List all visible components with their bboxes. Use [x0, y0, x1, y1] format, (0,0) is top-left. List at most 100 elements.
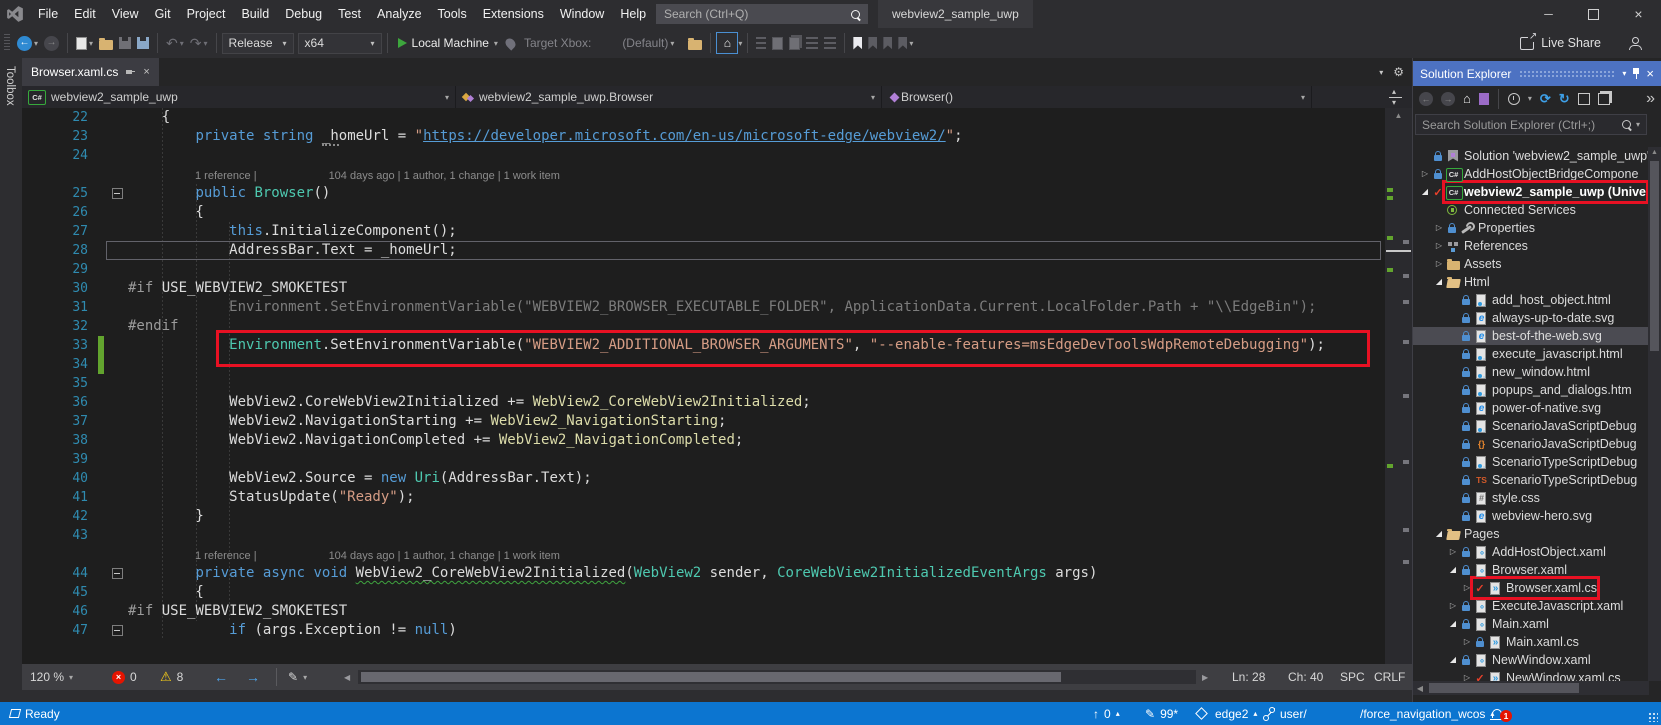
code-line-47[interactable]: 47 if (args.Exception != null): [22, 621, 1385, 640]
close-panel-icon[interactable]: ×: [1646, 66, 1654, 81]
feedback-person-icon[interactable]: [1629, 37, 1642, 50]
forward-icon[interactable]: →: [1441, 91, 1455, 106]
solution-explorer-horizontal-scrollbar[interactable]: ◀: [1413, 681, 1649, 695]
line-number[interactable]: 45: [22, 583, 98, 602]
hscroll-right-icon[interactable]: ▶: [1202, 664, 1208, 690]
code-line-30[interactable]: 30 #if USE_WEBVIEW2_SMOKETEST: [22, 279, 1385, 298]
drag-handle[interactable]: [1519, 70, 1615, 77]
menu-git[interactable]: Git: [147, 0, 179, 28]
code-line-29[interactable]: 29: [22, 260, 1385, 279]
line-number[interactable]: 24: [22, 146, 98, 165]
tree-item-addhostobject-xaml[interactable]: ▷ ‹› AddHostObject.xaml: [1413, 543, 1649, 561]
expand-icon[interactable]: ◢: [1433, 525, 1445, 543]
error-count[interactable]: × 0: [112, 664, 137, 690]
codelens-row[interactable]: 1 reference | 104 days ago | 1 author, 1 …: [22, 165, 1385, 184]
line-number[interactable]: 38: [22, 431, 98, 450]
ink-annotations-icon[interactable]: ✎ ▾: [288, 664, 307, 690]
breadcrumb-type-dropdown[interactable]: webview2_sample_uwp.Browser ▾: [456, 86, 882, 108]
tree-item-power-of-native-svg[interactable]: e power-of-native.svg: [1413, 399, 1649, 417]
window-position-dropdown-icon[interactable]: ▾: [1622, 69, 1626, 78]
solution-explorer-vertical-scrollbar[interactable]: ▲: [1648, 147, 1661, 681]
search-icon[interactable]: [1621, 120, 1631, 129]
menu-window[interactable]: Window: [552, 0, 612, 28]
tree-item-browser-xaml[interactable]: ◢ ‹› Browser.xaml: [1413, 561, 1649, 579]
pin-icon[interactable]: [126, 68, 136, 77]
home-button[interactable]: ⌂: [716, 32, 739, 54]
navigate-forward-icon[interactable]: →: [246, 664, 260, 690]
menu-build[interactable]: Build: [233, 0, 277, 28]
tree-item-html[interactable]: ◢ Html: [1413, 273, 1649, 291]
decrease-indent-button[interactable]: [803, 37, 821, 49]
visual-studio-logo-icon[interactable]: [0, 5, 30, 23]
branch-user-button[interactable]: user/: [1263, 702, 1307, 725]
line-number[interactable]: 32: [22, 317, 98, 336]
active-files-dropdown-icon[interactable]: ▾: [1379, 68, 1383, 77]
code-line-41[interactable]: 41 StatusUpdate("Ready");: [22, 488, 1385, 507]
toolbar-grip[interactable]: [4, 34, 10, 52]
open-file-button[interactable]: [96, 37, 116, 50]
menu-help[interactable]: Help: [612, 0, 654, 28]
tree-item-browser-xaml-cs[interactable]: ▷ ✓» Browser.xaml.cs: [1413, 576, 1649, 600]
hscroll-left-icon[interactable]: ◀: [344, 664, 350, 690]
menu-file[interactable]: File: [30, 0, 66, 28]
collapse-icon[interactable]: ▷: [1447, 597, 1459, 615]
pin-icon[interactable]: [1632, 68, 1640, 79]
menu-view[interactable]: View: [104, 0, 147, 28]
menu-extensions[interactable]: Extensions: [475, 0, 552, 28]
line-number[interactable]: 26: [22, 203, 98, 222]
code-line-44[interactable]: 44 private async void WebView2_CoreWebVi…: [22, 564, 1385, 583]
line-number[interactable]: 43: [22, 526, 98, 545]
spaces-indicator[interactable]: SPC: [1340, 664, 1365, 690]
line-number[interactable]: 31: [22, 298, 98, 317]
minimize-button[interactable]: ─: [1526, 0, 1571, 28]
expand-icon[interactable]: ◢: [1433, 273, 1445, 291]
tree-item-scenariotypescriptdebug[interactable]: ScenarioTypeScriptDebug: [1413, 453, 1649, 471]
line-number[interactable]: 37: [22, 412, 98, 431]
undo-button[interactable]: ↶ ▾: [163, 36, 187, 50]
line-number[interactable]: 33: [22, 336, 98, 355]
tree-item-newwindow-xaml[interactable]: ◢ ‹› NewWindow.xaml: [1413, 651, 1649, 669]
live-share-label[interactable]: Live Share: [1541, 36, 1601, 50]
toolbox-tab[interactable]: Toolbox: [4, 66, 16, 106]
menu-analyze[interactable]: Analyze: [369, 0, 429, 28]
tree-item-main-xaml[interactable]: ◢ ‹› Main.xaml: [1413, 615, 1649, 633]
code-line-33[interactable]: 33 Environment.SetEnvironmentVariable("W…: [22, 336, 1385, 355]
code-line-23[interactable]: 23 private string _homeUrl = "https://de…: [22, 127, 1385, 146]
tree-item-new-window-html[interactable]: new_window.html: [1413, 363, 1649, 381]
collapse-icon[interactable]: ▷: [1461, 669, 1473, 681]
code-line-25[interactable]: 25 public Browser(): [22, 184, 1385, 203]
platform-dropdown[interactable]: x64 ▾: [297, 32, 382, 54]
code-editor[interactable]: 22 {23 private string _homeUrl = "https:…: [22, 108, 1385, 664]
warning-count[interactable]: ⚠ 8: [160, 664, 183, 690]
search-icon[interactable]: [842, 9, 868, 19]
tree-item-webview2-sample-uwp-unive[interactable]: ◢ ✓ C# webview2_sample_uwp (Unive: [1413, 180, 1649, 204]
line-number[interactable]: 42: [22, 507, 98, 526]
line-number[interactable]: 39: [22, 450, 98, 469]
save-button[interactable]: [116, 37, 134, 49]
live-share-icon[interactable]: [1520, 30, 1538, 50]
line-number[interactable]: 36: [22, 393, 98, 412]
redo-button[interactable]: ↷ ▾: [187, 36, 211, 50]
toolbar-overflow-icon[interactable]: »: [1646, 90, 1655, 108]
configuration-dropdown[interactable]: Release ▾: [221, 32, 294, 54]
expand-icon[interactable]: ◢: [1419, 183, 1431, 201]
tree-item-properties[interactable]: ▷ Properties: [1413, 219, 1649, 237]
code-line-39[interactable]: 39: [22, 450, 1385, 469]
fold-collapse-icon[interactable]: [111, 568, 123, 579]
line-number[interactable]: 30: [22, 279, 98, 298]
menu-tools[interactable]: Tools: [430, 0, 475, 28]
solution-explorer-search-input[interactable]: Search Solution Explorer (Ctrl+;) ▾: [1415, 114, 1647, 135]
line-ending-indicator[interactable]: CRLF: [1374, 664, 1405, 690]
tree-item-best-of-the-web-svg[interactable]: e best-of-the-web.svg: [1413, 327, 1649, 345]
previous-bookmark-button[interactable]: [865, 36, 880, 50]
tree-item-popups-and-dialogs-htm[interactable]: popups_and_dialogs.htm: [1413, 381, 1649, 399]
tree-item-newwindow-xaml-cs[interactable]: ▷ ✓» NewWindow.xaml.cs: [1413, 669, 1649, 681]
code-line-26[interactable]: 26 {: [22, 203, 1385, 222]
start-debugging-button[interactable]: Local Machine ▾: [393, 36, 503, 50]
unsaved-changes-button[interactable]: ✎ 99*: [1145, 702, 1178, 725]
navigate-back-icon[interactable]: ←: [214, 664, 228, 690]
target-device-dropdown[interactable]: (Default) ▾: [619, 36, 677, 50]
code-line-36[interactable]: 36 WebView2.CoreWebView2Initialized += W…: [22, 393, 1385, 412]
task-status-icon[interactable]: [8, 709, 22, 718]
code-line-32[interactable]: 32 #endif: [22, 317, 1385, 336]
